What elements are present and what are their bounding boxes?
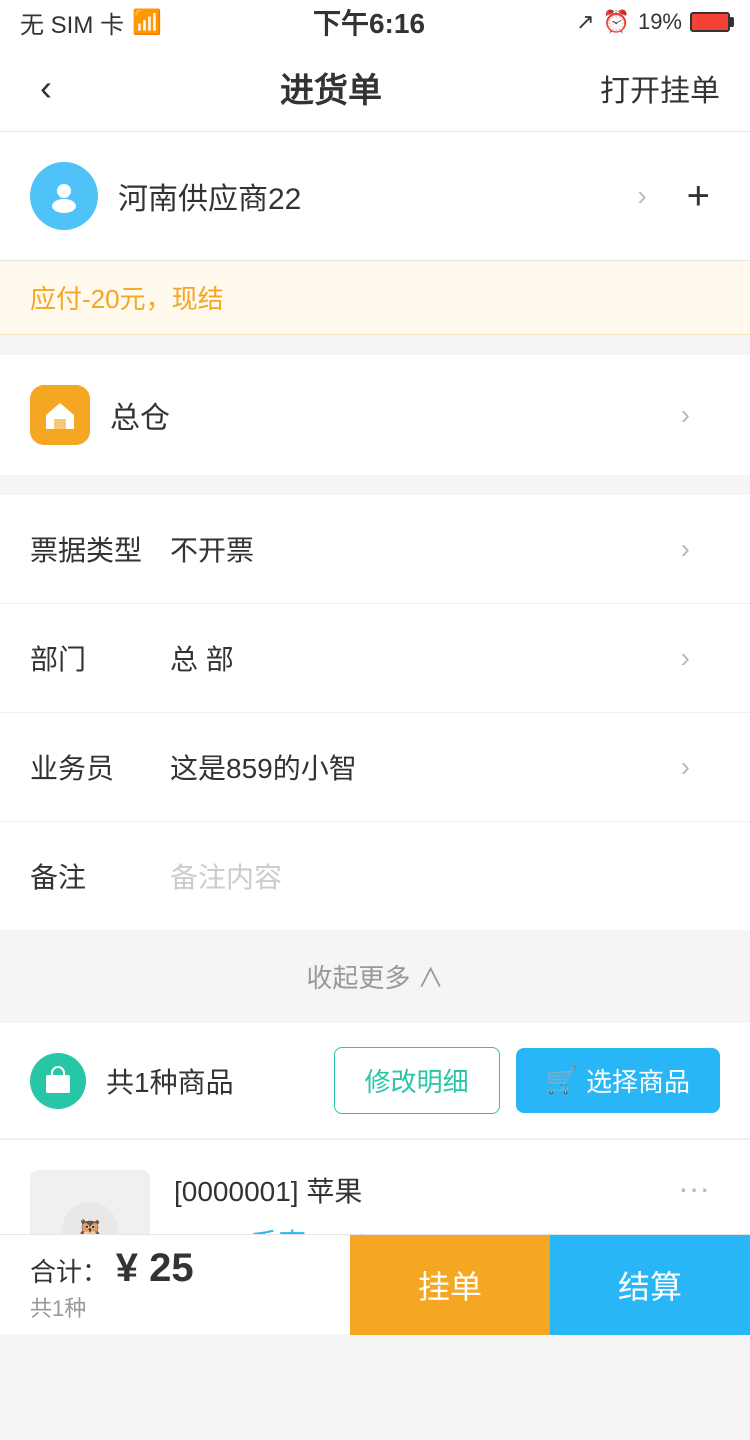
dept-label: 部门 [30, 638, 150, 678]
form-section: 票据类型 不开票 › 部门 总 部 › 业务员 这是859的小智 › 备注 备注… [0, 495, 750, 930]
warehouse-name: 总仓 [110, 393, 681, 437]
chevron-right-icon: › [681, 751, 690, 783]
supplier-name: 河南供应商22 [118, 174, 637, 218]
supplier-section: 河南供应商22 › + 应付-20元，现结 [0, 132, 750, 335]
chevron-right-icon: › [637, 180, 646, 212]
location-icon: ↗ [576, 9, 594, 35]
remark-label: 备注 [30, 856, 150, 896]
total-sub: 共1种 [30, 1291, 320, 1323]
chevron-right-icon: › [681, 642, 690, 674]
status-time: 下午6:16 [313, 2, 425, 42]
add-button[interactable]: + [677, 174, 720, 219]
product-name: [0000001] 苹果 [174, 1170, 668, 1210]
warehouse-icon [30, 385, 90, 445]
invoice-type-row[interactable]: 票据类型 不开票 › [0, 495, 750, 604]
salesperson-value: 这是859的小智 [170, 747, 681, 787]
notice-bar: 应付-20元，现结 [0, 261, 750, 335]
remark-placeholder[interactable]: 备注内容 [170, 856, 720, 896]
page-title: 进货单 [280, 63, 382, 112]
battery-percent: 19% [638, 9, 682, 35]
more-options-button[interactable]: ··· [668, 1170, 720, 1207]
settle-button[interactable]: 结算 [550, 1235, 750, 1335]
total-label: 合计： [30, 1257, 108, 1287]
status-bar: 无 SIM 卡 📶 下午6:16 ↗ ⏰ 19% [0, 0, 750, 44]
warehouse-section: 总仓 › [0, 355, 750, 475]
total-amount: ¥ 25 [116, 1246, 194, 1290]
product-count: 共1种商品 [106, 1061, 334, 1101]
status-carrier: 无 SIM 卡 📶 [20, 5, 162, 40]
remark-row[interactable]: 备注 备注内容 [0, 822, 750, 930]
invoice-type-label: 票据类型 [30, 529, 150, 569]
product-header: 共1种商品 修改明细 🛒 选择商品 [0, 1023, 750, 1139]
nav-bar: ‹ 进货单 打开挂单 [0, 44, 750, 132]
warehouse-row[interactable]: 总仓 › [0, 355, 750, 475]
open-hang-button[interactable]: 打开挂单 [600, 66, 720, 110]
avatar [30, 162, 98, 230]
alarm-icon: ⏰ [603, 9, 630, 35]
dept-value: 总 部 [170, 638, 681, 678]
supplier-row[interactable]: 河南供应商22 › + [0, 132, 750, 261]
salesperson-label: 业务员 [30, 747, 150, 787]
edit-detail-button[interactable]: 修改明细 [334, 1047, 500, 1114]
back-button[interactable]: ‹ [30, 57, 62, 119]
cart-icon: 🛒 [546, 1065, 578, 1096]
invoice-type-value: 不开票 [170, 529, 681, 569]
salesperson-row[interactable]: 业务员 这是859的小智 › [0, 713, 750, 822]
chevron-right-icon: › [681, 399, 690, 431]
product-icon [30, 1053, 86, 1109]
hang-button[interactable]: 挂单 [350, 1235, 550, 1335]
chevron-right-icon: › [681, 533, 690, 565]
footer-total: 合计： ¥ 25 共1种 [0, 1246, 350, 1323]
wifi-icon: 📶 [132, 8, 162, 37]
select-product-button[interactable]: 🛒 选择商品 [516, 1048, 720, 1113]
collapse-bar[interactable]: 收起更多 ∧ [0, 930, 750, 1023]
footer: 合计： ¥ 25 共1种 挂单 结算 [0, 1234, 750, 1334]
dept-row[interactable]: 部门 总 部 › [0, 604, 750, 713]
status-indicators: ↗ ⏰ 19% [576, 9, 730, 35]
battery-icon [690, 12, 730, 32]
